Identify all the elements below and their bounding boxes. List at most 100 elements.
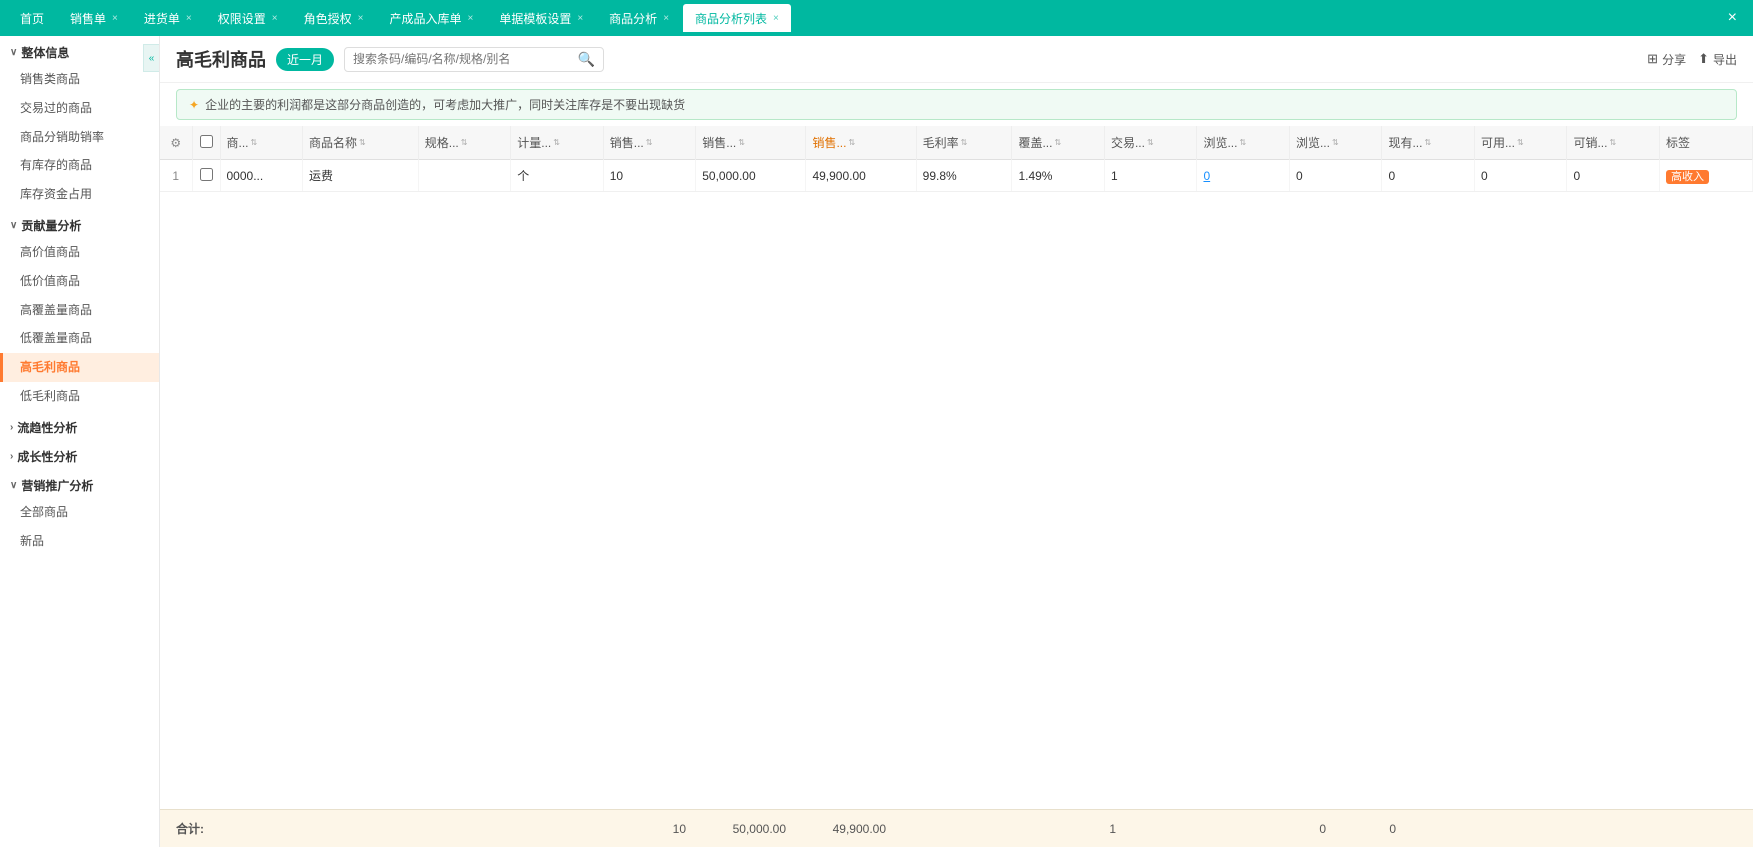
chevron-down-icon: ∨ [10, 47, 17, 58]
close-icon[interactable]: × [663, 13, 669, 24]
filter-recent-month-button[interactable]: 近一月 [276, 48, 334, 71]
table-row: 1 0000... 运费 个 10 50,000.00 49,900.00 99… [160, 160, 1753, 192]
col-coverage[interactable]: 覆盖...⇅ [1012, 126, 1105, 160]
row-coverage: 1.49% [1012, 160, 1105, 192]
close-icon[interactable]: × [773, 13, 779, 24]
col-transaction[interactable]: 交易...⇅ [1104, 126, 1197, 160]
footer-sales-amount: 50,000.00 [686, 822, 786, 836]
nav-home[interactable]: 首页 [8, 4, 56, 32]
sidebar-group-growth[interactable]: › 成长性分析 [0, 440, 159, 469]
sidebar-item-low-value[interactable]: 低价值商品 [0, 267, 159, 296]
sidebar-collapse-button[interactable]: « [143, 44, 159, 72]
close-icon[interactable]: × [272, 13, 278, 24]
window-close-button[interactable]: × [1720, 9, 1745, 27]
footer-transaction: 1 [1046, 822, 1116, 836]
sidebar-item-stock-capital[interactable]: 库存资金占用 [0, 180, 159, 209]
col-unit[interactable]: 计量...⇅ [511, 126, 604, 160]
row-num: 1 [160, 160, 192, 192]
col-current-stock[interactable]: 现有...⇅ [1382, 126, 1475, 160]
close-icon[interactable]: × [112, 13, 118, 24]
sidebar-item-in-stock-goods[interactable]: 有库存的商品 [0, 151, 159, 180]
header-actions: ⊞ 分享 ⬆ 导出 [1647, 51, 1737, 68]
col-browse2[interactable]: 浏览...⇅ [1289, 126, 1382, 160]
nav-permission-settings[interactable]: 权限设置 × [206, 4, 290, 32]
sidebar-item-distribution-rate[interactable]: 商品分销助销率 [0, 123, 159, 152]
sidebar-item-new-goods[interactable]: 新品 [0, 527, 159, 556]
footer-sales-qty: 10 [616, 822, 686, 836]
search-icon[interactable]: 🔍 [578, 51, 595, 68]
row-checkbox[interactable] [192, 160, 220, 192]
top-navigation: 首页 销售单 × 进货单 × 权限设置 × 角色授权 × 产成品入库单 × 单据… [0, 0, 1753, 36]
row-gross-margin: 99.8% [916, 160, 1012, 192]
row-name: 运费 [303, 160, 419, 192]
sidebar-group-trend[interactable]: › 流趋性分析 [0, 411, 159, 440]
nav-sales-order[interactable]: 销售单 × [58, 4, 130, 32]
nav-product-analysis-list[interactable]: 商品分析列表 × [683, 4, 791, 32]
col-sellable[interactable]: 可销...⇅ [1567, 126, 1660, 160]
share-button[interactable]: ⊞ 分享 [1647, 51, 1686, 68]
nav-product-inbound[interactable]: 产成品入库单 × [377, 4, 485, 32]
table-header-row: ⚙ 商...⇅ 商品名称⇅ 规格...⇅ 计量...⇅ 销售...⇅ 销售...… [160, 126, 1753, 160]
close-icon[interactable]: × [467, 13, 473, 24]
main-content: 高毛利商品 近一月 🔍 ⊞ 分享 ⬆ 导出 ✦ 企业的主要的利润都是这部分商品创… [160, 36, 1753, 847]
row-available: 0 [1474, 160, 1567, 192]
col-available[interactable]: 可用...⇅ [1474, 126, 1567, 160]
close-icon[interactable]: × [577, 13, 583, 24]
footer-available: 0 [1326, 822, 1396, 836]
col-name[interactable]: 商品名称⇅ [303, 126, 419, 160]
data-table-wrapper[interactable]: ⚙ 商...⇅ 商品名称⇅ 规格...⇅ 计量...⇅ 销售...⇅ 销售...… [160, 126, 1753, 847]
row-sellable: 0 [1567, 160, 1660, 192]
sidebar-item-high-value[interactable]: 高价值商品 [0, 238, 159, 267]
footer-totals-bar: 合计: 10 50,000.00 49,900.00 1 0 0 [160, 809, 1753, 847]
chevron-down-icon: ∨ [10, 480, 17, 491]
row-select-checkbox[interactable] [200, 168, 213, 181]
sidebar-group-contribution[interactable]: ∨ 贡献量分析 [0, 209, 159, 238]
data-table: ⚙ 商...⇅ 商品名称⇅ 规格...⇅ 计量...⇅ 销售...⇅ 销售...… [160, 126, 1753, 192]
nav-product-analysis[interactable]: 商品分析 × [597, 4, 681, 32]
footer-label: 合计: [176, 820, 616, 837]
col-tag[interactable]: 标签 [1659, 126, 1752, 160]
row-sales-profit: 49,900.00 [806, 160, 916, 192]
sidebar-item-high-margin[interactable]: 高毛利商品 [0, 353, 159, 382]
col-checkbox[interactable] [192, 126, 220, 160]
alert-icon: ✦ [189, 98, 199, 112]
select-all-checkbox[interactable] [200, 135, 213, 148]
col-gear[interactable]: ⚙ [160, 126, 192, 160]
col-spec[interactable]: 规格...⇅ [418, 126, 511, 160]
col-sales-profit[interactable]: 销售...⇅ [806, 126, 916, 160]
row-unit: 个 [511, 160, 604, 192]
nav-role-auth[interactable]: 角色授权 × [292, 4, 376, 32]
page-title: 高毛利商品 [176, 46, 266, 72]
search-input[interactable] [353, 52, 574, 66]
nav-purchase-order[interactable]: 进货单 × [132, 4, 204, 32]
close-icon[interactable]: × [358, 13, 364, 24]
col-browse1[interactable]: 浏览...⇅ [1197, 126, 1290, 160]
col-sales-amount[interactable]: 销售...⇅ [696, 126, 806, 160]
col-sales-qty[interactable]: 销售...⇅ [603, 126, 696, 160]
sidebar-item-sales-goods[interactable]: 销售类商品 [0, 65, 159, 94]
search-box: 🔍 [344, 47, 604, 72]
sidebar-item-low-margin[interactable]: 低毛利商品 [0, 382, 159, 411]
sidebar-item-traded-goods[interactable]: 交易过的商品 [0, 94, 159, 123]
close-icon[interactable]: × [186, 13, 192, 24]
sidebar-group-overall[interactable]: ∨ 整体信息 [0, 36, 159, 65]
alert-banner: ✦ 企业的主要的利润都是这部分商品创造的，可考虑加大推广，同时关注库存是不要出现… [176, 89, 1737, 120]
row-sales-qty: 10 [603, 160, 696, 192]
export-button[interactable]: ⬆ 导出 [1698, 51, 1737, 68]
nav-template-settings[interactable]: 单据模板设置 × [487, 4, 595, 32]
sidebar: « ∨ 整体信息 销售类商品 交易过的商品 商品分销助销率 有库存的商品 库存资… [0, 36, 160, 847]
row-tag: 高收入 [1659, 160, 1752, 192]
sidebar-item-low-coverage[interactable]: 低覆盖量商品 [0, 324, 159, 353]
row-browse1[interactable]: 0 [1197, 160, 1290, 192]
col-code[interactable]: 商...⇅ [220, 126, 303, 160]
sidebar-item-all-goods[interactable]: 全部商品 [0, 498, 159, 527]
row-transaction: 1 [1104, 160, 1197, 192]
sidebar-group-marketing[interactable]: ∨ 营销推广分析 [0, 469, 159, 498]
col-gross-margin[interactable]: 毛利率⇅ [916, 126, 1012, 160]
row-code: 0000... [220, 160, 303, 192]
chevron-right-icon: › [10, 451, 13, 462]
gear-icon[interactable]: ⚙ [170, 136, 181, 150]
footer-current-stock: 0 [1256, 822, 1326, 836]
footer-sales-profit: 49,900.00 [786, 822, 886, 836]
sidebar-item-high-coverage[interactable]: 高覆盖量商品 [0, 296, 159, 325]
